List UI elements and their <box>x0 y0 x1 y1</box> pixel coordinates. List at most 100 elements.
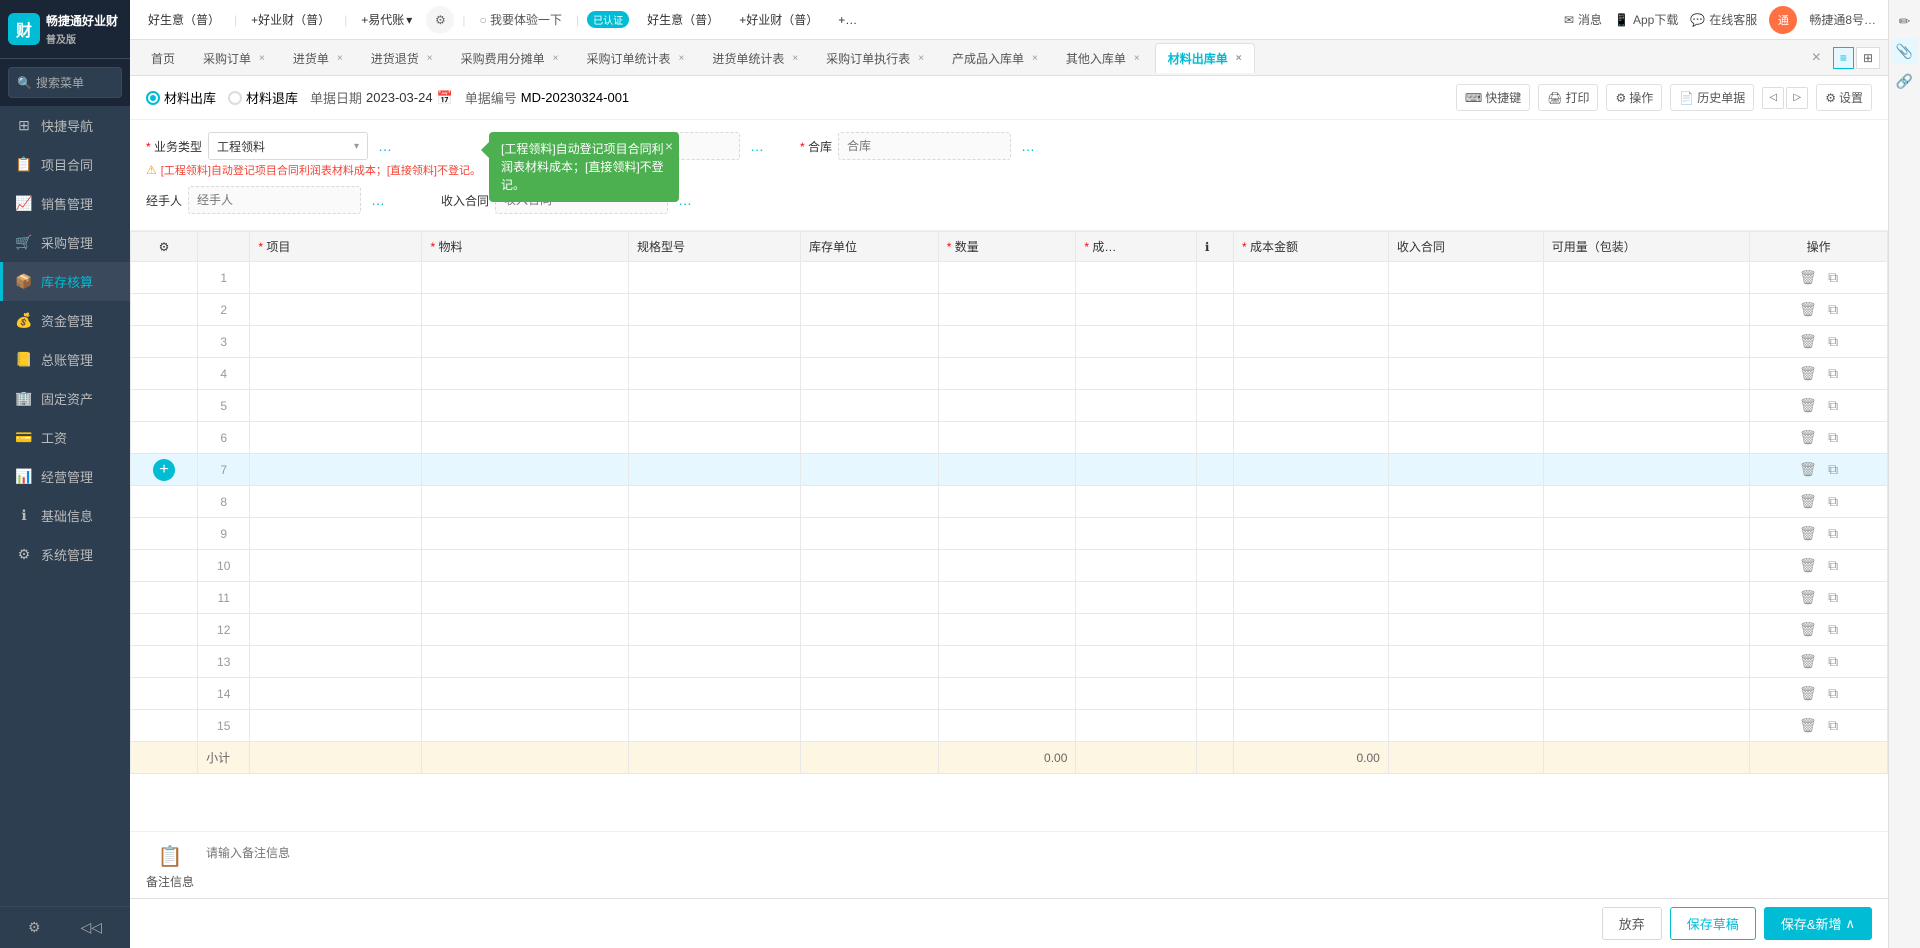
tab-close-purchase-receipt[interactable]: × <box>337 53 343 64</box>
copy-row-button[interactable]: ⧉ <box>1824 491 1842 511</box>
cell-material[interactable] <box>422 454 629 486</box>
right-icon-link[interactable]: 🔗 <box>1892 68 1918 94</box>
radio-material-return[interactable]: 材料退库 <box>228 88 298 107</box>
copy-row-button[interactable]: ⧉ <box>1824 267 1842 287</box>
delete-row-button[interactable]: 🗑 <box>1795 715 1821 735</box>
delete-row-button[interactable]: 🗑 <box>1795 299 1821 319</box>
shortcut-button[interactable]: ⌨ 快捷键 <box>1456 84 1530 111</box>
page-settings-button[interactable]: ⚙ 设置 <box>1816 84 1872 111</box>
business-type-more-icon[interactable]: … <box>378 138 392 154</box>
topbar-good-wealth[interactable]: +好业财（普） <box>245 7 336 32</box>
topbar-good-business2[interactable]: 好生意（普） <box>641 7 725 32</box>
input-project[interactable] <box>258 463 413 477</box>
radio-material-issue[interactable]: 材料出库 <box>146 88 216 107</box>
sidebar-item-finance[interactable]: 💰 资金管理 <box>0 301 130 340</box>
tab-purchase-order-stats[interactable]: 采购订单统计表 × <box>573 43 697 73</box>
collapse-icon[interactable]: ◁◁ <box>76 915 106 940</box>
tab-purchase-execution[interactable]: 采购订单执行表 × <box>813 43 937 73</box>
notes-input[interactable] <box>206 840 1872 880</box>
sidebar-item-salary[interactable]: 💳 工资 <box>0 418 130 457</box>
delete-row-button[interactable]: 🗑 <box>1795 683 1821 703</box>
copy-row-button[interactable]: ⧉ <box>1824 331 1842 351</box>
tab-close-other-receipt[interactable]: × <box>1134 53 1140 64</box>
income-contract-more-icon[interactable]: … <box>678 192 692 208</box>
cell-cost-amount[interactable] <box>1233 454 1388 486</box>
tab-close-receipt-stats[interactable]: × <box>792 53 798 64</box>
input-material[interactable] <box>430 463 620 477</box>
delete-row-button[interactable]: 🗑 <box>1795 267 1821 287</box>
topbar-experience[interactable]: ○ 我要体验一下 <box>473 7 568 32</box>
copy-row-button[interactable]: ⧉ <box>1824 299 1842 319</box>
settings-icon[interactable]: ⚙ <box>24 915 45 940</box>
col-settings-header[interactable]: ⚙ <box>131 232 198 262</box>
tab-close-purchase-expense[interactable]: × <box>553 53 559 64</box>
sidebar-item-purchase[interactable]: 🛒 采购管理 <box>0 223 130 262</box>
delete-row-button[interactable]: 🗑 <box>1795 491 1821 511</box>
sidebar-item-operations[interactable]: 📊 经营管理 <box>0 457 130 496</box>
cell-spec[interactable] <box>628 454 800 486</box>
project-more-icon[interactable]: … <box>750 138 764 154</box>
list-view-button[interactable]: ≡ <box>1833 47 1854 69</box>
handler-more-icon[interactable]: … <box>371 192 385 208</box>
handler-input[interactable] <box>188 186 361 214</box>
tab-close-finished-goods[interactable]: × <box>1032 53 1038 64</box>
user-avatar[interactable]: 通 <box>1769 6 1797 34</box>
cell-cost[interactable] <box>1076 454 1196 486</box>
tab-close-purchase-order[interactable]: × <box>259 53 265 64</box>
topbar-easy-account[interactable]: +易代账 ▾ <box>355 7 418 32</box>
delete-row-button[interactable]: 🗑 <box>1795 555 1821 575</box>
search-menu-button[interactable]: 🔍 搜索菜单 <box>8 67 122 98</box>
tab-purchase-expense[interactable]: 采购费用分摊单 × <box>448 43 572 73</box>
right-icon-attachment[interactable]: 📎 <box>1892 38 1918 64</box>
save-new-button[interactable]: 保存&新增 ∧ <box>1764 907 1872 940</box>
add-row-button[interactable]: + <box>153 459 175 481</box>
tab-close-purchase-return[interactable]: × <box>427 53 433 64</box>
delete-row-button[interactable]: 🗑 <box>1795 459 1821 479</box>
col-cost-info-header[interactable]: ℹ <box>1196 232 1233 262</box>
delete-row-button[interactable]: 🗑 <box>1795 331 1821 351</box>
tab-close-purchase-order-stats[interactable]: × <box>678 53 684 64</box>
copy-row-button[interactable]: ⧉ <box>1824 651 1842 671</box>
calendar-icon[interactable]: 📅 <box>437 90 453 106</box>
delete-row-button[interactable]: 🗑 <box>1795 427 1821 447</box>
copy-row-button[interactable]: ⧉ <box>1824 715 1842 735</box>
cell-unit[interactable] <box>801 454 939 486</box>
sidebar-item-ledger[interactable]: 📒 总账管理 <box>0 340 130 379</box>
delete-row-button[interactable]: 🗑 <box>1795 395 1821 415</box>
copy-row-button[interactable]: ⧉ <box>1824 427 1842 447</box>
tab-purchase-order[interactable]: 采购订单 × <box>190 43 278 73</box>
online-service-button[interactable]: 💬 在线客服 <box>1690 11 1757 28</box>
cell-cost-info[interactable] <box>1196 454 1233 486</box>
tab-purchase-return[interactable]: 进货退货 × <box>358 43 446 73</box>
copy-row-button[interactable]: ⧉ <box>1824 619 1842 639</box>
save-draft-button[interactable]: 保存草稿 <box>1670 907 1756 940</box>
topbar-good-wealth2[interactable]: +好业财（普） <box>733 7 824 32</box>
sidebar-item-quick-nav[interactable]: ⊞ 快捷导航 <box>0 106 130 145</box>
copy-row-button[interactable]: ⧉ <box>1824 683 1842 703</box>
next-record-button[interactable]: ▷ <box>1786 87 1808 109</box>
sidebar-item-basic-info[interactable]: ℹ 基础信息 <box>0 496 130 535</box>
tab-close-material-issue[interactable]: × <box>1236 53 1242 64</box>
discard-button[interactable]: 放弃 <box>1602 907 1662 940</box>
warehouse-input[interactable] <box>838 132 1011 160</box>
warehouse-more-icon[interactable]: … <box>1021 138 1035 154</box>
tab-material-issue[interactable]: 材料出库单 × <box>1155 43 1255 73</box>
cell-qty[interactable] <box>938 454 1076 486</box>
cell-income-contract[interactable] <box>1388 454 1543 486</box>
close-all-tabs-button[interactable]: × <box>1808 49 1825 67</box>
delete-row-button[interactable]: 🗑 <box>1795 587 1821 607</box>
operation-button[interactable]: ⚙ 操作 <box>1606 84 1662 111</box>
grid-view-button[interactable]: ⊞ <box>1856 47 1880 69</box>
cell-available[interactable] <box>1543 454 1750 486</box>
tab-close-purchase-execution[interactable]: × <box>918 53 924 64</box>
copy-row-button[interactable]: ⧉ <box>1824 523 1842 543</box>
sidebar-item-system[interactable]: ⚙ 系统管理 <box>0 535 130 574</box>
sidebar-item-inventory[interactable]: 📦 库存核算 <box>0 262 130 301</box>
history-button[interactable]: 📄 历史单据 <box>1670 84 1754 111</box>
copy-row-button[interactable]: ⧉ <box>1824 587 1842 607</box>
sidebar-item-sales[interactable]: 📈 销售管理 <box>0 184 130 223</box>
tab-receipt-stats[interactable]: 进货单统计表 × <box>699 43 811 73</box>
tab-purchase-receipt[interactable]: 进货单 × <box>280 43 356 73</box>
topbar-settings-button[interactable]: ⚙ <box>426 6 454 34</box>
app-download-button[interactable]: 📱 App下载 <box>1614 11 1678 28</box>
